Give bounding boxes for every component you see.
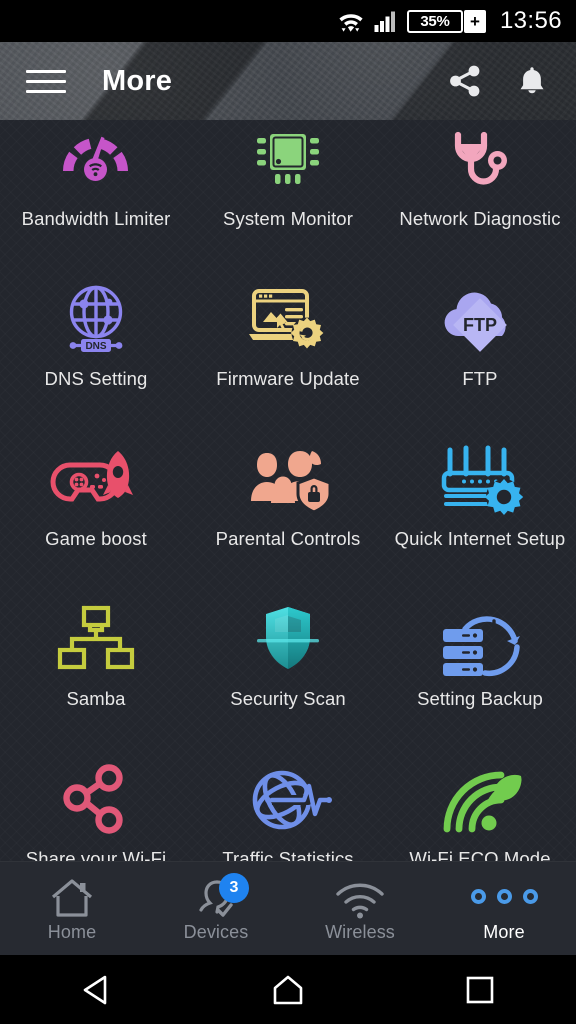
dot: [496, 889, 512, 904]
tab-devices[interactable]: 3 Devices: [144, 862, 288, 955]
recents-square-icon[interactable]: [384, 975, 576, 1005]
cpu-chip-icon: [238, 118, 338, 202]
bottom-tab-bar: Home 3 Devices Wireless More: [0, 861, 576, 955]
devices-badge: 3: [219, 872, 249, 903]
svg-text:FTP: FTP: [463, 315, 497, 335]
tab-label: Wireless: [325, 921, 395, 942]
dns-globe-icon: DNS: [46, 278, 146, 362]
tab-label: More: [483, 921, 525, 942]
globe-pulse-icon: [238, 758, 338, 842]
grid-item-system-monitor[interactable]: System Monitor: [192, 104, 384, 264]
share-icon[interactable]: [448, 64, 482, 98]
grid-item-security-scan[interactable]: Security Scan: [192, 584, 384, 744]
home-icon: [49, 875, 95, 919]
battery-charging-icon: +: [463, 9, 486, 33]
phone-screen: 35% + 13:56 More Bandwidth Limiter Syste…: [0, 0, 576, 1024]
status-clock: 13:56: [499, 7, 562, 34]
ftp-cloud-icon: FTP: [430, 278, 530, 362]
router-gear-icon: [430, 438, 530, 522]
grid-item-label: Game boost: [45, 528, 147, 549]
feature-grid: Bandwidth Limiter System Monitor Network…: [0, 104, 576, 904]
tab-wireless[interactable]: Wireless: [288, 862, 432, 955]
wifi-leaf-icon: [430, 758, 530, 842]
grid-item-firmware-update[interactable]: Firmware Update: [192, 264, 384, 424]
gamepad-rocket-icon: [46, 438, 146, 522]
grid-item-dns-setting[interactable]: DNS DNS Setting: [0, 264, 192, 424]
share-nodes-icon: [46, 758, 146, 842]
wifi-signal-icon: [334, 875, 386, 919]
back-triangle-icon[interactable]: [0, 974, 192, 1006]
device-person-icon: 3: [195, 872, 249, 919]
bell-icon[interactable]: [516, 64, 548, 98]
grid-item-label: Firmware Update: [216, 368, 360, 389]
grid-item-label: Samba: [66, 688, 126, 709]
grid-item-label: Network Diagnostic: [399, 208, 561, 229]
tab-label: Devices: [183, 921, 249, 942]
feature-grid-area: Bandwidth Limiter System Monitor Network…: [0, 104, 576, 869]
grid-item-network-diagnostic[interactable]: Network Diagnostic: [384, 104, 576, 264]
stethoscope-icon: [430, 118, 530, 202]
battery-status: 35% +: [406, 9, 486, 33]
grid-item-label: Bandwidth Limiter: [21, 208, 171, 229]
three-dots-icon: [470, 875, 538, 919]
grid-item-label: DNS Setting: [44, 368, 148, 389]
status-bar: 35% + 13:56: [0, 0, 576, 42]
svg-text:DNS: DNS: [85, 341, 106, 352]
header-actions: [448, 64, 548, 98]
tab-label: Home: [47, 921, 97, 942]
tab-more[interactable]: More: [432, 862, 576, 955]
dot: [470, 889, 486, 904]
shield-scan-icon: [238, 598, 338, 682]
wifi-icon: [337, 10, 365, 32]
home-pentagon-icon[interactable]: [192, 973, 384, 1007]
app-header: More: [0, 42, 576, 120]
laptop-gear-icon: [238, 278, 338, 362]
grid-item-quick-internet-setup[interactable]: Quick Internet Setup: [384, 424, 576, 584]
grid-item-game-boost[interactable]: Game boost: [0, 424, 192, 584]
android-navigation-bar: [0, 955, 576, 1024]
hamburger-menu-icon[interactable]: [26, 69, 66, 93]
battery-level: 35%: [406, 9, 463, 33]
dot: [522, 889, 538, 904]
grid-item-bandwidth-limiter[interactable]: Bandwidth Limiter: [0, 104, 192, 264]
server-clock-backup-icon: [430, 598, 530, 682]
tab-home[interactable]: Home: [0, 862, 144, 955]
network-tree-icon: [46, 598, 146, 682]
grid-item-label: Setting Backup: [417, 688, 543, 709]
grid-item-setting-backup[interactable]: Setting Backup: [384, 584, 576, 744]
grid-item-label: FTP: [462, 368, 498, 389]
grid-item-ftp[interactable]: FTP FTP: [384, 264, 576, 424]
bandwidth-gauge-icon: [46, 118, 146, 202]
family-shield-icon: [238, 438, 338, 522]
cellular-signal-icon: [374, 10, 398, 32]
grid-item-label: Security Scan: [230, 688, 346, 709]
grid-item-label: Parental Controls: [215, 528, 361, 549]
grid-item-parental-controls[interactable]: Parental Controls: [192, 424, 384, 584]
page-title: More: [102, 64, 173, 97]
grid-item-label: Quick Internet Setup: [394, 528, 566, 549]
grid-item-label: System Monitor: [223, 208, 353, 229]
grid-item-samba[interactable]: Samba: [0, 584, 192, 744]
